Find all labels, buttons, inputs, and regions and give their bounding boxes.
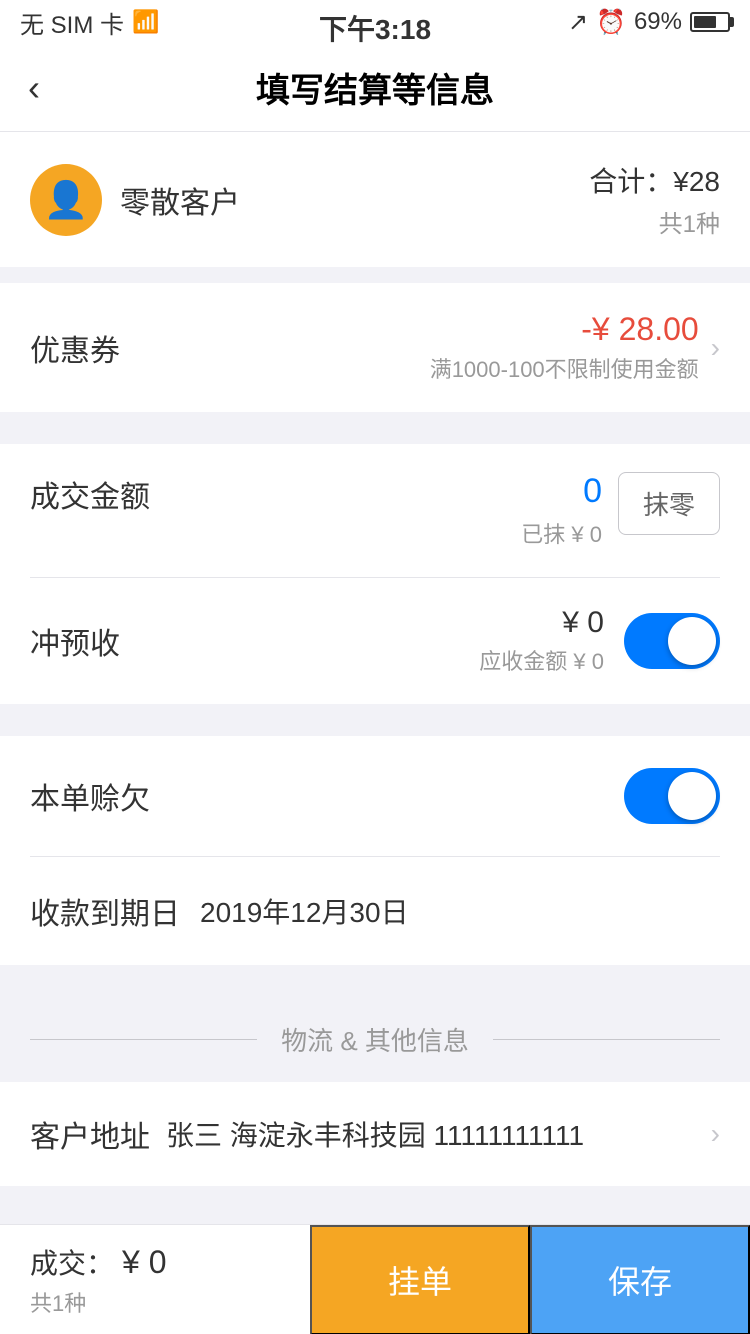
coupon-section: 优惠券 -¥ 28.00 满1000-100不限制使用金额 › bbox=[0, 283, 750, 412]
battery-icon bbox=[690, 12, 730, 32]
save-button[interactable]: 保存 bbox=[530, 1225, 750, 1334]
main-content: 👤 零散客户 合计：¥28 共1种 优惠券 -¥ 28.00 满1000-100… bbox=[0, 132, 750, 1322]
transaction-right: 0 已抹 ¥ 0 抹零 bbox=[521, 472, 720, 549]
address-label: 客户地址 bbox=[30, 1112, 150, 1156]
page-title: 填写结算等信息 bbox=[256, 63, 494, 112]
alarm-icon: ⏰ bbox=[596, 8, 626, 37]
debt-row: 本单赊欠 bbox=[0, 736, 750, 856]
avatar: 👤 bbox=[30, 164, 102, 236]
customer-left: 👤 零散客户 bbox=[30, 164, 240, 236]
logistics-text: 物流 & 其他信息 bbox=[257, 1021, 493, 1058]
hold-button[interactable]: 挂单 bbox=[310, 1225, 530, 1334]
bottom-transaction-row: 成交： ¥ 0 bbox=[30, 1242, 280, 1282]
customer-right: 合计：¥28 共1种 bbox=[589, 160, 720, 239]
bottom-info: 成交： ¥ 0 共1种 bbox=[0, 1242, 310, 1318]
bottom-count: 共1种 bbox=[30, 1286, 280, 1318]
toggle-knob bbox=[668, 617, 716, 665]
customer-section: 👤 零散客户 合计：¥28 共1种 bbox=[0, 132, 750, 267]
debt-section: 本单赊欠 收款到期日 2019年12月30日 bbox=[0, 736, 750, 965]
debt-label: 本单赊欠 bbox=[30, 774, 150, 818]
status-left: 无 SIM 卡 📶 bbox=[20, 5, 159, 40]
address-value: 张三 海淀永丰科技园 11111111111 bbox=[150, 1114, 711, 1154]
transaction-sub: 已抹 ¥ 0 bbox=[521, 517, 602, 549]
due-date-label: 收款到期日 bbox=[30, 889, 180, 933]
carrier-text: 无 SIM 卡 bbox=[20, 5, 124, 40]
chevron-right-icon: › bbox=[711, 332, 720, 364]
debt-toggle[interactable] bbox=[624, 768, 720, 824]
prepay-toggle[interactable] bbox=[624, 613, 720, 669]
back-button[interactable]: ‹ bbox=[28, 67, 40, 109]
coupon-desc: 满1000-100不限制使用金额 bbox=[430, 352, 699, 384]
total-amount: 合计：¥28 bbox=[589, 160, 720, 200]
section-divider-3 bbox=[0, 981, 750, 997]
prepay-label: 冲预收 bbox=[30, 619, 120, 663]
address-chevron-icon: › bbox=[711, 1118, 720, 1150]
prepay-right: ¥ 0 应收金额 ¥ 0 bbox=[479, 606, 720, 676]
bottom-bar: 成交： ¥ 0 共1种 挂单 保存 bbox=[0, 1224, 750, 1334]
transaction-value: 0 bbox=[521, 472, 602, 511]
coupon-amount: -¥ 28.00 bbox=[430, 311, 699, 348]
total-count: 共1种 bbox=[589, 204, 720, 239]
status-time: 下午3:18 bbox=[319, 8, 431, 48]
customer-name: 零散客户 bbox=[120, 178, 240, 222]
avatar-icon: 👤 bbox=[44, 179, 89, 221]
coupon-right: -¥ 28.00 满1000-100不限制使用金额 › bbox=[430, 311, 720, 384]
coupon-row[interactable]: 优惠券 -¥ 28.00 满1000-100不限制使用金额 › bbox=[0, 283, 750, 412]
status-bar: 无 SIM 卡 📶 下午3:18 ↗ ⏰ 69% bbox=[0, 0, 750, 44]
wifi-icon: 📶 bbox=[132, 9, 159, 35]
prepay-row: 冲预收 ¥ 0 应收金额 ¥ 0 bbox=[0, 578, 750, 704]
transaction-section: 成交金额 0 已抹 ¥ 0 抹零 冲预收 ¥ 0 应收金额 ¥ 0 bbox=[0, 444, 750, 704]
prepay-value-block: ¥ 0 应收金额 ¥ 0 bbox=[479, 606, 604, 676]
section-divider-1 bbox=[0, 428, 750, 444]
due-date-row: 收款到期日 2019年12月30日 bbox=[0, 857, 750, 965]
due-date-value: 2019年12月30日 bbox=[200, 891, 409, 931]
logistics-line-left bbox=[30, 1039, 257, 1040]
section-divider-2 bbox=[0, 720, 750, 736]
transaction-row: 成交金额 0 已抹 ¥ 0 抹零 bbox=[0, 444, 750, 577]
prepay-value: ¥ 0 bbox=[479, 606, 604, 640]
status-right: ↗ ⏰ 69% bbox=[568, 8, 730, 37]
nav-bar: ‹ 填写结算等信息 bbox=[0, 44, 750, 132]
round-off-button[interactable]: 抹零 bbox=[618, 472, 720, 535]
transaction-label: 成交金额 bbox=[30, 472, 150, 516]
bottom-transaction-value: ¥ 0 bbox=[122, 1244, 166, 1281]
prepay-sub: 应收金额 ¥ 0 bbox=[479, 644, 604, 676]
battery-percent: 69% bbox=[634, 8, 682, 36]
customer-row: 👤 零散客户 合计：¥28 共1种 bbox=[0, 132, 750, 267]
address-section: 客户地址 张三 海淀永丰科技园 11111111111 › bbox=[0, 1082, 750, 1186]
coupon-label: 优惠券 bbox=[30, 326, 120, 370]
location-icon: ↗ bbox=[568, 8, 588, 37]
logistics-line-right bbox=[493, 1039, 720, 1040]
logistics-section: 物流 & 其他信息 bbox=[0, 997, 750, 1082]
debt-toggle-knob bbox=[668, 772, 716, 820]
bottom-transaction-label: 成交： bbox=[30, 1242, 114, 1282]
address-row[interactable]: 客户地址 张三 海淀永丰科技园 11111111111 › bbox=[0, 1082, 750, 1186]
transaction-value-block: 0 已抹 ¥ 0 bbox=[521, 472, 602, 549]
coupon-info: -¥ 28.00 满1000-100不限制使用金额 bbox=[430, 311, 699, 384]
